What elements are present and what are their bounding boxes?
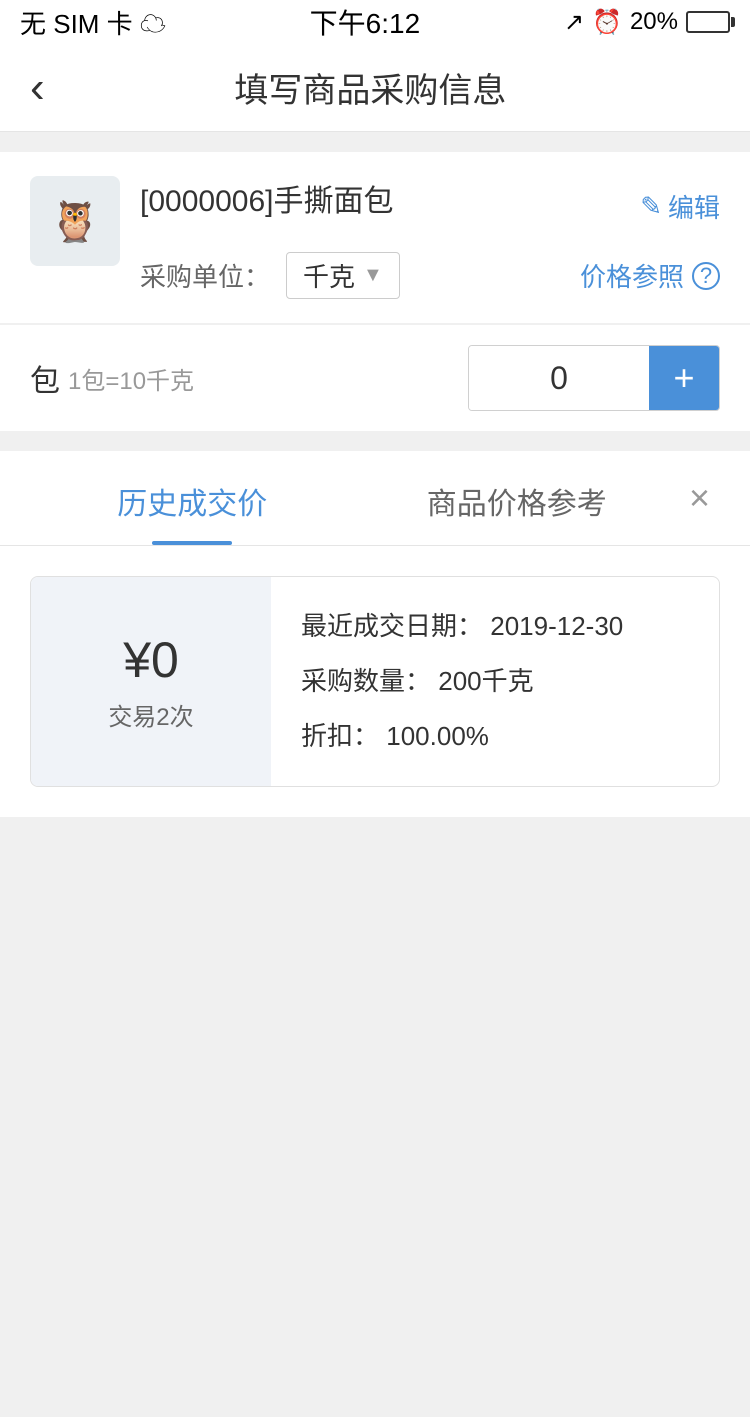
unit-select[interactable]: 千克 ▼	[286, 252, 400, 299]
transaction-summary: ¥0 交易2次	[31, 577, 271, 786]
unit-label: 采购单位：	[140, 257, 270, 294]
quantity-unit-label: 包	[30, 356, 60, 400]
quantity-input-group: +	[468, 345, 720, 411]
quantity-row: 包 1包=10千克 +	[0, 324, 750, 431]
status-left: 无 SIM 卡 ☁	[20, 4, 166, 41]
help-icon: ?	[692, 262, 720, 290]
product-logo-icon: 🦉	[50, 198, 100, 245]
status-bar: 无 SIM 卡 ☁ 下午6:12 ↗ ⏰ 20%	[0, 0, 750, 44]
edit-button[interactable]: ✎ 编辑	[640, 188, 720, 225]
qty-value: 200千克	[438, 666, 533, 696]
product-thumbnail: 🦉	[30, 176, 120, 266]
product-name: [0000006]手撕面包	[140, 176, 393, 220]
price-ref-button[interactable]: 价格参照 ?	[580, 257, 720, 294]
tab-history-price[interactable]: 历史成交价	[30, 451, 354, 545]
discount-label: 折扣：	[301, 721, 379, 751]
transaction-discount-row: 折扣： 100.00%	[301, 717, 689, 756]
nav-bar: ‹ 填写商品采购信息	[0, 44, 750, 132]
tab-price-reference[interactable]: 商品价格参考	[354, 451, 678, 545]
quantity-sublabel: 1包=10千克	[68, 361, 194, 396]
quantity-input[interactable]	[469, 346, 649, 410]
signal-text: 无 SIM 卡 ☁	[20, 4, 166, 41]
battery-icon	[686, 11, 730, 33]
transaction-date-row: 最近成交日期： 2019-12-30	[301, 607, 689, 646]
status-time: 下午6:12	[310, 2, 421, 42]
alarm-icon: ⏰	[592, 8, 622, 37]
product-header: 🦉 [0000006]手撕面包 ✎ 编辑 采购单位： 千克 ▼	[30, 176, 720, 299]
tab-close-button[interactable]: ×	[679, 467, 720, 529]
transaction-price: ¥0	[123, 631, 179, 689]
empty-content-area	[0, 817, 750, 1417]
product-info: [0000006]手撕面包 ✎ 编辑 采购单位： 千克 ▼ 价格参照 ?	[140, 176, 720, 299]
qty-label: 采购数量：	[301, 666, 431, 696]
product-actions: 采购单位： 千克 ▼ 价格参照 ?	[140, 252, 720, 299]
discount-value: 100.00%	[386, 721, 489, 751]
date-value: 2019-12-30	[490, 611, 623, 641]
tabs-container: 历史成交价 商品价格参考 ×	[0, 451, 750, 546]
dropdown-arrow-icon: ▼	[363, 264, 383, 287]
quantity-plus-button[interactable]: +	[649, 346, 719, 410]
transaction-details: 最近成交日期： 2019-12-30 采购数量： 200千克 折扣： 100.0…	[271, 577, 719, 786]
transaction-card: ¥0 交易2次 最近成交日期： 2019-12-30 采购数量： 200千克 折…	[30, 576, 720, 787]
back-button[interactable]: ‹	[30, 66, 45, 110]
transaction-section: ¥0 交易2次 最近成交日期： 2019-12-30 采购数量： 200千克 折…	[0, 546, 750, 817]
location-icon: ↗	[564, 8, 584, 37]
transaction-qty-row: 采购数量： 200千克	[301, 662, 689, 701]
edit-icon: ✎	[640, 191, 662, 222]
page-title: 填写商品采购信息	[65, 63, 676, 112]
status-right: ↗ ⏰ 20%	[564, 8, 730, 37]
product-card: 🦉 [0000006]手撕面包 ✎ 编辑 采购单位： 千克 ▼	[0, 152, 750, 323]
product-unit-row: 采购单位： 千克 ▼	[140, 252, 400, 299]
tabs-row: 历史成交价 商品价格参考 ×	[0, 451, 750, 545]
battery-percent: 20%	[630, 8, 678, 36]
date-label: 最近成交日期：	[301, 611, 483, 641]
transaction-count: 交易2次	[108, 697, 193, 732]
